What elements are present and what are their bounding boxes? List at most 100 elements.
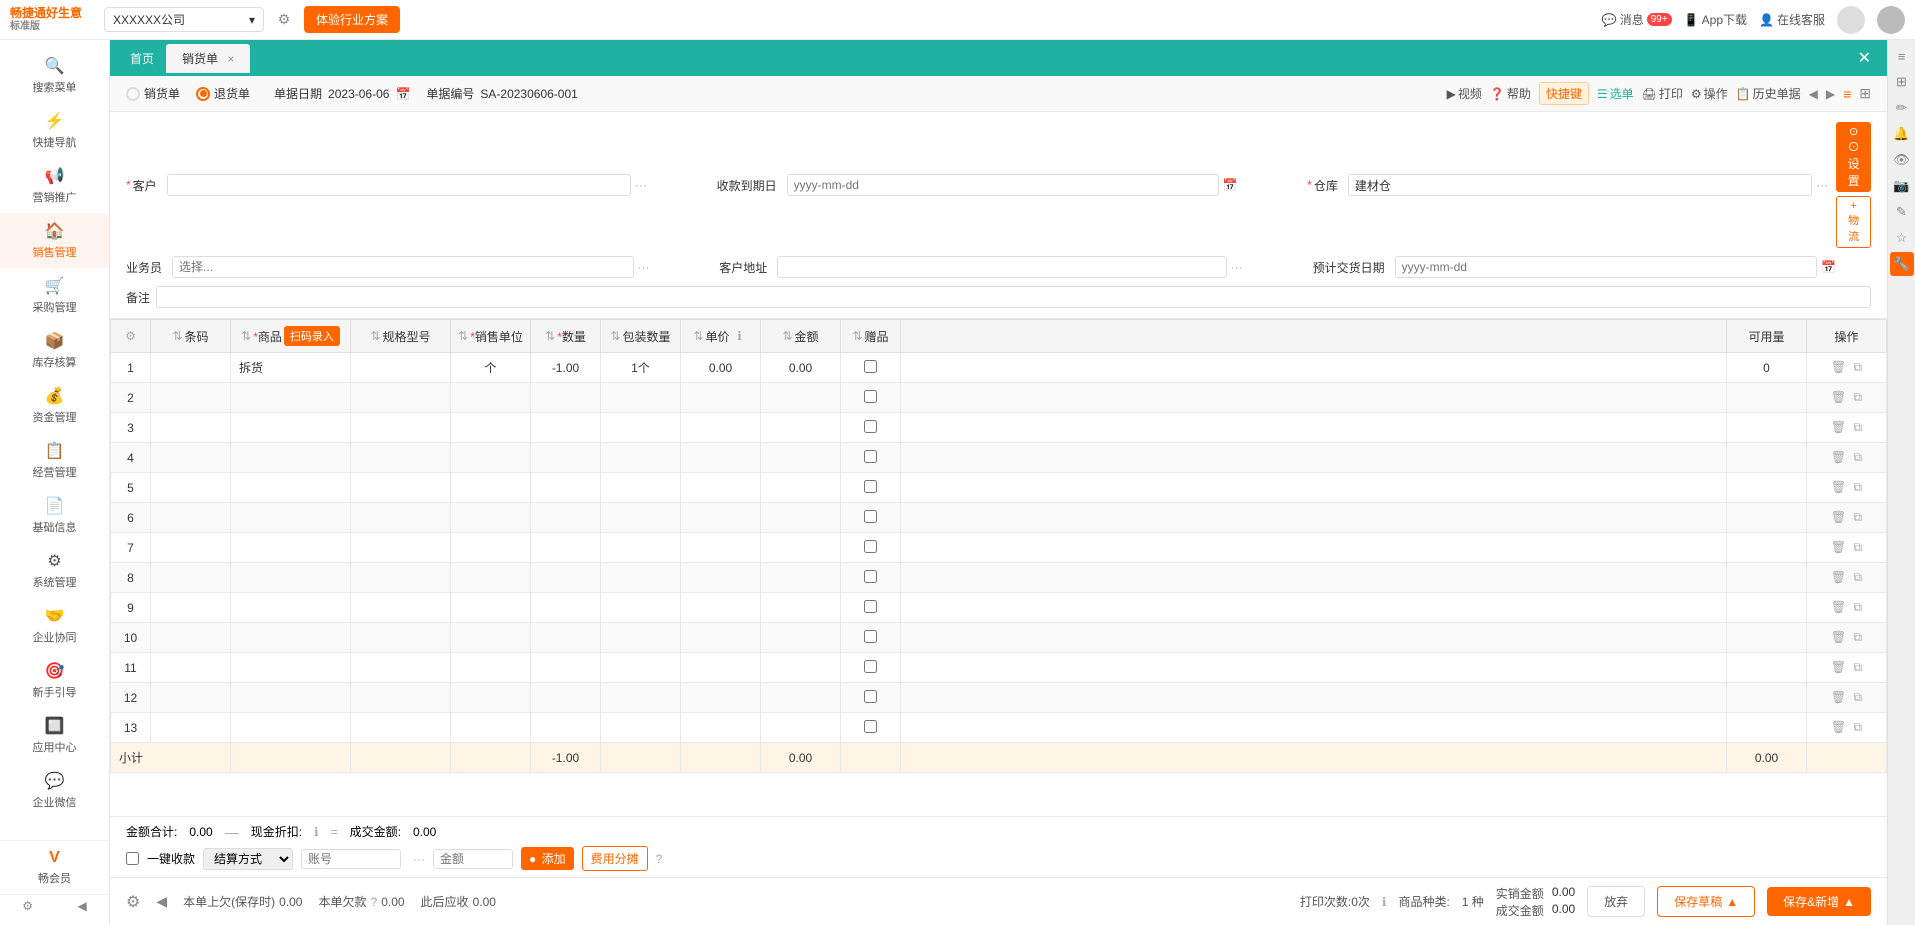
delete-icon-13[interactable]: 🗑 bbox=[1831, 720, 1846, 734]
copy-icon-5[interactable]: ⧉ bbox=[1854, 480, 1863, 494]
goods-types-icon[interactable]: ℹ bbox=[1382, 895, 1387, 909]
expected-date-calendar-icon[interactable]: 📅 bbox=[1821, 260, 1836, 274]
gift-checkbox-7[interactable] bbox=[864, 540, 877, 553]
customer-dots-icon[interactable]: ··· bbox=[635, 178, 647, 192]
account-input[interactable] bbox=[301, 849, 401, 869]
gift-checkbox-10[interactable] bbox=[864, 630, 877, 643]
account-dots-icon[interactable]: ··· bbox=[413, 852, 425, 866]
gift-checkbox-5[interactable] bbox=[864, 480, 877, 493]
avatar[interactable] bbox=[1837, 6, 1865, 34]
sidebar-item-nav[interactable]: ⚡ 快捷导航 bbox=[0, 103, 109, 158]
add-button[interactable]: ● 添加 bbox=[521, 847, 574, 870]
sidebar-item-purchase[interactable]: 🛒 采购管理 bbox=[0, 268, 109, 323]
discount-info-icon[interactable]: ℹ bbox=[314, 825, 319, 839]
gift-checkbox-6[interactable] bbox=[864, 510, 877, 523]
receive-date-calendar-icon[interactable]: 📅 bbox=[1223, 178, 1238, 192]
tab-close-icon[interactable]: × bbox=[227, 52, 234, 66]
delete-icon-10[interactable]: 🗑 bbox=[1831, 630, 1846, 644]
sidebar-item-sales[interactable]: 🏠 销售管理 bbox=[0, 213, 109, 268]
copy-icon-4[interactable]: ⧉ bbox=[1854, 450, 1863, 464]
radio-sale-order[interactable]: 销货单 bbox=[126, 85, 180, 102]
salesperson-input[interactable] bbox=[172, 256, 633, 278]
copy-icon-8[interactable]: ⧉ bbox=[1854, 570, 1863, 584]
avatar2[interactable] bbox=[1877, 6, 1905, 34]
tab-close-window-icon[interactable]: ✕ bbox=[1850, 48, 1879, 68]
sidebar-item-system[interactable]: ⚙ 系统管理 bbox=[0, 543, 109, 598]
delete-icon-7[interactable]: 🗑 bbox=[1831, 540, 1846, 554]
rp-btn-5[interactable]: 👁 bbox=[1890, 148, 1914, 172]
amount-input[interactable] bbox=[433, 849, 513, 869]
delete-icon-8[interactable]: 🗑 bbox=[1831, 570, 1846, 584]
save-new-button[interactable]: 保存&新增 ▲ bbox=[1767, 887, 1871, 916]
sidebar-item-wechat[interactable]: 💬 企业微信 bbox=[0, 763, 109, 818]
rp-btn-4[interactable]: 🔔 bbox=[1890, 122, 1914, 146]
sidebar-collapse-icon[interactable]: ◀ bbox=[78, 899, 87, 913]
warehouse-input[interactable] bbox=[1348, 174, 1812, 196]
copy-icon-9[interactable]: ⧉ bbox=[1854, 600, 1863, 614]
copy-icon-10[interactable]: ⧉ bbox=[1854, 630, 1863, 644]
sidebar-item-collab[interactable]: 🤝 企业协同 bbox=[0, 598, 109, 653]
help-icon[interactable]: ? bbox=[656, 852, 663, 866]
footer-collapse-icon[interactable]: ◀ bbox=[156, 893, 167, 910]
copy-icon-13[interactable]: ⧉ bbox=[1854, 720, 1863, 734]
save-draft-button[interactable]: 保存草稿 ▲ bbox=[1657, 886, 1755, 917]
next-icon[interactable]: ▶ bbox=[1826, 87, 1835, 101]
settlement-select[interactable]: 结算方式 bbox=[203, 848, 293, 870]
gift-checkbox-2[interactable] bbox=[864, 390, 877, 403]
trial-button[interactable]: 体验行业方案 bbox=[304, 6, 400, 33]
delete-icon-1[interactable]: 🗑 bbox=[1831, 360, 1846, 374]
delete-icon-12[interactable]: 🗑 bbox=[1831, 690, 1846, 704]
copy-icon-2[interactable]: ⧉ bbox=[1854, 390, 1863, 404]
settings-icon[interactable]: ⚙ bbox=[270, 6, 298, 34]
note-input[interactable] bbox=[156, 286, 1871, 308]
gift-checkbox-8[interactable] bbox=[864, 570, 877, 583]
help-btn[interactable]: ❓ 帮助 bbox=[1490, 85, 1531, 102]
calendar-icon[interactable]: 📅 bbox=[395, 87, 410, 101]
sidebar-item-finance[interactable]: 💰 资金管理 bbox=[0, 378, 109, 433]
footer-gear-icon[interactable]: ⚙ bbox=[126, 892, 140, 912]
online-service-button[interactable]: 👤 在线客服 bbox=[1759, 11, 1825, 28]
gift-checkbox-3[interactable] bbox=[864, 420, 877, 433]
rp-btn-8[interactable]: ☆ bbox=[1890, 226, 1914, 250]
video-btn[interactable]: ▶ 视频 bbox=[1447, 85, 1482, 102]
print-btn[interactable]: 🖨 打印 bbox=[1642, 85, 1683, 102]
one-click-payment-checkbox[interactable] bbox=[126, 852, 139, 865]
gift-checkbox-9[interactable] bbox=[864, 600, 877, 613]
scan-btn[interactable]: 扫码录入 bbox=[284, 326, 340, 346]
total-owe-help-icon[interactable]: ? bbox=[371, 895, 378, 909]
shortcuts-btn[interactable]: 快捷键 bbox=[1539, 82, 1589, 105]
delete-icon-2[interactable]: 🗑 bbox=[1831, 390, 1846, 404]
app-download-button[interactable]: 📱 App下载 bbox=[1684, 11, 1747, 28]
operation-btn[interactable]: ⚙ 操作 bbox=[1691, 85, 1728, 102]
warehouse-dots-icon[interactable]: ··· bbox=[1816, 178, 1828, 192]
copy-icon-7[interactable]: ⧉ bbox=[1854, 540, 1863, 554]
gift-checkbox-4[interactable] bbox=[864, 450, 877, 463]
sidebar-item-marketing[interactable]: 📢 营销推广 bbox=[0, 158, 109, 213]
copy-icon-1[interactable]: ⧉ bbox=[1854, 360, 1863, 374]
price-info-icon[interactable]: ℹ bbox=[732, 329, 748, 343]
sidebar-item-search[interactable]: 🔍 搜索菜单 bbox=[0, 48, 109, 103]
customer-address-input[interactable] bbox=[777, 256, 1226, 278]
sidebar-item-operations[interactable]: 📋 经营管理 bbox=[0, 433, 109, 488]
discard-button[interactable]: 放弃 bbox=[1587, 886, 1645, 917]
copy-icon-6[interactable]: ⧉ bbox=[1854, 510, 1863, 524]
tab-home[interactable]: 首页 bbox=[118, 44, 166, 73]
tab-sales-order[interactable]: 销货单 × bbox=[166, 44, 250, 73]
sidebar-item-apps[interactable]: 🔲 应用中心 bbox=[0, 708, 109, 763]
th-settings[interactable]: ⚙ bbox=[111, 320, 151, 353]
sidebar-item-member[interactable]: V 畅会员 bbox=[0, 841, 109, 894]
rp-btn-9[interactable]: 🔧 bbox=[1890, 252, 1914, 276]
expected-date-input[interactable] bbox=[1395, 256, 1818, 278]
copy-icon-12[interactable]: ⧉ bbox=[1854, 690, 1863, 704]
message-button[interactable]: 💬 消息 99+ bbox=[1602, 11, 1672, 28]
sidebar-item-guide[interactable]: 🎯 新手引导 bbox=[0, 653, 109, 708]
delete-icon-9[interactable]: 🗑 bbox=[1831, 600, 1846, 614]
rp-btn-7[interactable]: ✎ bbox=[1890, 200, 1914, 224]
gift-checkbox-13[interactable] bbox=[864, 720, 877, 733]
gift-checkbox-1[interactable] bbox=[864, 360, 877, 373]
logistics-button[interactable]: + 物流 bbox=[1836, 196, 1871, 248]
copy-icon-11[interactable]: ⧉ bbox=[1854, 660, 1863, 674]
delete-icon-6[interactable]: 🗑 bbox=[1831, 510, 1846, 524]
radio-return-order[interactable]: 退货单 bbox=[196, 85, 250, 102]
salesperson-dots-icon[interactable]: ··· bbox=[638, 260, 650, 274]
